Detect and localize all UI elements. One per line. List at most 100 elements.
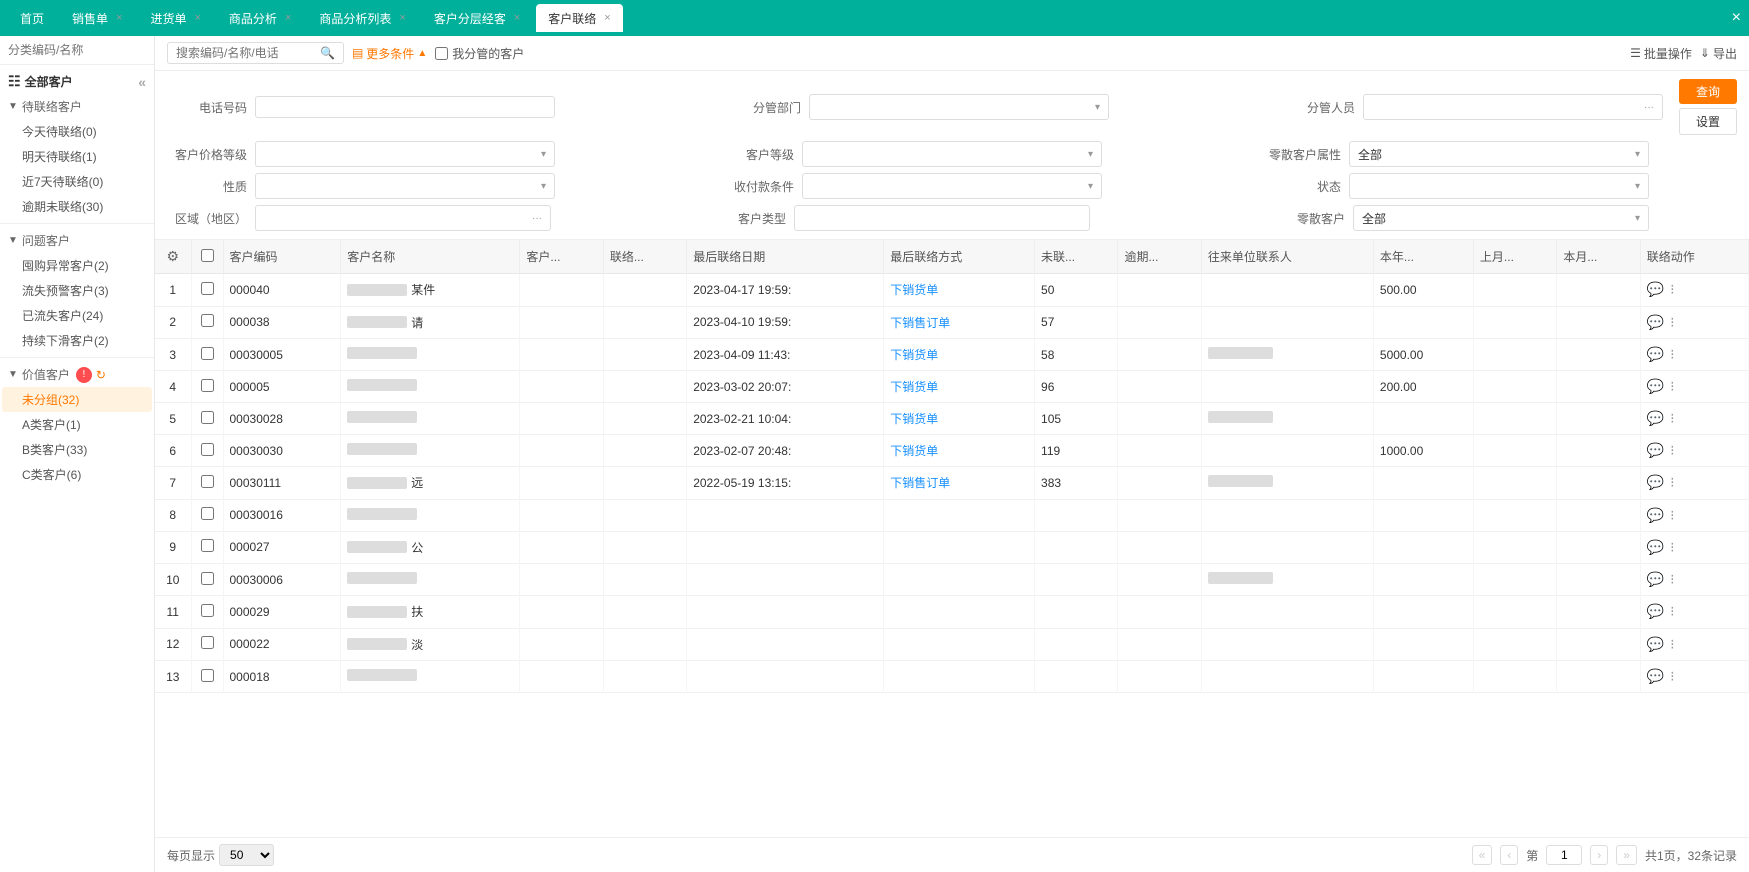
- row-last-method[interactable]: 下销货单: [884, 339, 1035, 371]
- row-checkbox[interactable]: [191, 306, 223, 339]
- sidebar-item-declining[interactable]: 持续下滑客户(2): [2, 328, 152, 353]
- window-close-button[interactable]: ×: [1732, 9, 1741, 27]
- action-comment-icon[interactable]: 💬: [1647, 603, 1664, 620]
- tab-customer-contact-close[interactable]: ×: [604, 12, 610, 24]
- action-comment-icon[interactable]: 💬: [1647, 410, 1664, 427]
- sidebar-problem-customers-group[interactable]: ▼ 问题客户: [0, 228, 154, 253]
- action-more-icon[interactable]: ⁝: [1670, 474, 1674, 491]
- tab-product-analysis-close[interactable]: ×: [285, 12, 291, 24]
- tab-sales-close[interactable]: ×: [116, 12, 122, 24]
- payment-select[interactable]: ▾: [802, 173, 1102, 199]
- sidebar-collapse-icon[interactable]: «: [138, 74, 146, 90]
- retail-attr-select[interactable]: 全部 ▾: [1349, 141, 1649, 167]
- action-more-icon[interactable]: ⁝: [1670, 346, 1674, 363]
- action-comment-icon[interactable]: 💬: [1647, 442, 1664, 459]
- action-more-icon[interactable]: ⁝: [1670, 539, 1674, 556]
- action-more-icon[interactable]: ⁝: [1670, 442, 1674, 459]
- action-more-icon[interactable]: ⁝: [1670, 668, 1674, 685]
- row-last-method[interactable]: 下销售订单: [884, 467, 1035, 500]
- page-number-input[interactable]: [1546, 845, 1582, 865]
- batch-ops-button[interactable]: ☰ 批量操作: [1630, 45, 1692, 62]
- tab-product-list-close[interactable]: ×: [399, 12, 405, 24]
- sidebar-item-lost[interactable]: 已流失客户(24): [2, 303, 152, 328]
- action-comment-icon[interactable]: 💬: [1647, 636, 1664, 653]
- more-conditions-button[interactable]: ▤ 更多条件 ▲: [352, 45, 427, 62]
- tab-customer-contact[interactable]: 客户联络 ×: [536, 4, 622, 32]
- tab-product-analysis[interactable]: 商品分析 ×: [217, 4, 303, 32]
- main-search-box[interactable]: 🔍: [167, 42, 344, 64]
- sidebar-item-class-a[interactable]: A类客户(1): [2, 412, 152, 437]
- export-button[interactable]: ⇓ 导出: [1700, 45, 1737, 62]
- tab-purchase[interactable]: 进货单 ×: [138, 4, 212, 32]
- reset-button[interactable]: 设置: [1679, 108, 1737, 135]
- row-checkbox[interactable]: [191, 467, 223, 500]
- tab-home[interactable]: 首页: [8, 4, 56, 32]
- action-comment-icon[interactable]: 💬: [1647, 507, 1664, 524]
- row-checkbox[interactable]: [191, 403, 223, 435]
- sidebar-value-customers-group[interactable]: ▼ 价值客户 ! ↻: [0, 362, 154, 387]
- action-more-icon[interactable]: ⁝: [1670, 571, 1674, 588]
- tab-customer-segment-close[interactable]: ×: [514, 12, 520, 24]
- row-last-method[interactable]: [884, 564, 1035, 596]
- row-last-method[interactable]: 下销货单: [884, 403, 1035, 435]
- row-last-method[interactable]: 下销货单: [884, 371, 1035, 403]
- sidebar-item-class-b[interactable]: B类客户(33): [2, 437, 152, 462]
- row-checkbox[interactable]: [191, 274, 223, 307]
- action-comment-icon[interactable]: 💬: [1647, 539, 1664, 556]
- action-more-icon[interactable]: ⁝: [1670, 507, 1674, 524]
- select-all-checkbox[interactable]: [201, 249, 214, 262]
- col-checkbox[interactable]: [191, 240, 223, 274]
- row-checkbox[interactable]: [191, 371, 223, 403]
- action-more-icon[interactable]: ⁝: [1670, 281, 1674, 298]
- action-comment-icon[interactable]: 💬: [1647, 314, 1664, 331]
- sidebar-item-class-c[interactable]: C类客户(6): [2, 462, 152, 487]
- row-checkbox[interactable]: [191, 661, 223, 693]
- page-size-select[interactable]: 50 100 200: [219, 844, 274, 866]
- row-last-method[interactable]: [884, 661, 1035, 693]
- prev-page-button[interactable]: ‹: [1500, 845, 1518, 865]
- action-more-icon[interactable]: ⁝: [1670, 410, 1674, 427]
- my-customers-checkbox-label[interactable]: 我分管的客户: [435, 45, 524, 62]
- sidebar-search-input[interactable]: [8, 43, 155, 57]
- row-checkbox[interactable]: [191, 435, 223, 467]
- first-page-button[interactable]: «: [1472, 845, 1493, 865]
- sidebar-item-overdue[interactable]: 逾期未联络(30): [2, 194, 152, 219]
- sidebar-item-7days[interactable]: 近7天待联络(0): [2, 169, 152, 194]
- last-page-button[interactable]: »: [1616, 845, 1637, 865]
- sidebar-item-ungroup[interactable]: 未分组(32): [2, 387, 152, 412]
- sidebar-search-box[interactable]: 🔍: [0, 36, 154, 65]
- row-checkbox[interactable]: [191, 531, 223, 564]
- row-checkbox[interactable]: [191, 339, 223, 371]
- action-comment-icon[interactable]: 💬: [1647, 571, 1664, 588]
- price-level-select[interactable]: ▾: [255, 141, 555, 167]
- action-comment-icon[interactable]: 💬: [1647, 474, 1664, 491]
- action-comment-icon[interactable]: 💬: [1647, 668, 1664, 685]
- row-last-method[interactable]: [884, 628, 1035, 661]
- row-last-method[interactable]: 下销售订单: [884, 306, 1035, 339]
- sidebar-pending-contact-group[interactable]: ▼ 待联络客户: [0, 94, 154, 119]
- tab-customer-segment[interactable]: 客户分层经客 ×: [422, 4, 532, 32]
- refresh-icon[interactable]: ↻: [96, 368, 106, 382]
- tab-purchase-close[interactable]: ×: [194, 12, 200, 24]
- row-last-method[interactable]: [884, 531, 1035, 564]
- status-select[interactable]: ▾: [1349, 173, 1649, 199]
- row-last-method[interactable]: 下销货单: [884, 274, 1035, 307]
- query-button[interactable]: 查询: [1679, 79, 1737, 104]
- dept-select[interactable]: ▾: [809, 94, 1109, 120]
- tab-product-list[interactable]: 商品分析列表 ×: [307, 4, 417, 32]
- sidebar-item-loss-warning[interactable]: 流失预警客户(3): [2, 278, 152, 303]
- main-search-input[interactable]: [176, 46, 316, 60]
- retail-customer-select[interactable]: 全部 ▾: [1353, 205, 1649, 231]
- nature-select[interactable]: ▾: [255, 173, 555, 199]
- manager-select[interactable]: ···: [1363, 94, 1663, 120]
- sidebar-item-tomorrow[interactable]: 明天待联络(1): [2, 144, 152, 169]
- next-page-button[interactable]: ›: [1590, 845, 1608, 865]
- sidebar-item-hoarding[interactable]: 囤购异常客户(2): [2, 253, 152, 278]
- action-more-icon[interactable]: ⁝: [1670, 314, 1674, 331]
- region-select[interactable]: ···: [255, 205, 551, 231]
- main-search-icon[interactable]: 🔍: [320, 46, 335, 60]
- row-last-method[interactable]: [884, 596, 1035, 629]
- action-comment-icon[interactable]: 💬: [1647, 378, 1664, 395]
- row-checkbox[interactable]: [191, 564, 223, 596]
- row-checkbox[interactable]: [191, 596, 223, 629]
